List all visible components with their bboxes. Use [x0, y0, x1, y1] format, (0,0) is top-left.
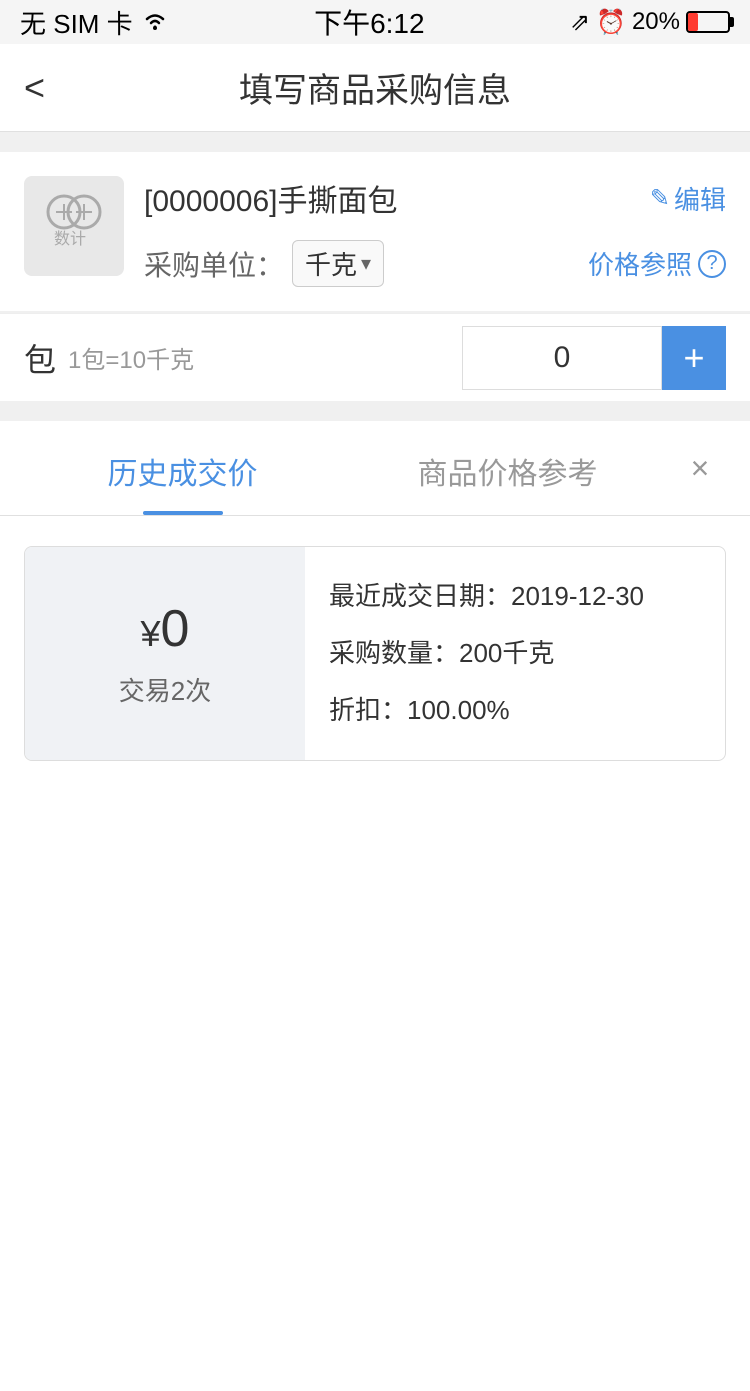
product-unit-row: 采购单位： 千克 ▾ 价格参照 ?: [144, 240, 726, 287]
plus-icon: +: [683, 337, 704, 379]
tabs-header: 历史成交价 商品价格参考 ×: [0, 421, 750, 516]
product-info: [0000006]手撕面包 ✎ 编辑 采购单位： 千克 ▾ 价格参照 ?: [144, 176, 726, 287]
product-logo-icon: 数计: [44, 192, 104, 260]
price-ref-info-icon: ?: [698, 250, 726, 278]
quantity-section: 包 1包=10千克 +: [0, 313, 750, 401]
currency-symbol: ¥: [141, 613, 161, 654]
price-detail-discount: 折扣：100.00%: [329, 691, 701, 730]
tab-product-price-ref[interactable]: 商品价格参考: [345, 421, 670, 515]
status-left: 无 SIM 卡: [20, 4, 169, 41]
alarm-icon: ⏰: [596, 8, 626, 37]
price-ref-button[interactable]: 价格参照 ?: [588, 245, 726, 282]
quantity-controls: +: [462, 326, 726, 390]
edit-icon: ✎: [650, 184, 670, 213]
product-image: 数计: [24, 176, 124, 276]
edit-button[interactable]: ✎ 编辑: [650, 180, 726, 217]
edit-label: 编辑: [674, 180, 726, 217]
unit-value: 千克: [305, 245, 357, 282]
price-ref-label: 价格参照: [588, 245, 692, 282]
product-header: [0000006]手撕面包 ✎ 编辑: [144, 176, 726, 220]
battery-percent: 20%: [632, 8, 680, 36]
nav-bar: < 填写商品采购信息: [0, 44, 750, 132]
product-name: [0000006]手撕面包: [144, 176, 397, 220]
product-section: 数计 [0000006]手撕面包 ✎ 编辑 采购单位： 千克 ▾ 价格参照: [0, 152, 750, 311]
unit-label: 采购单位：: [144, 244, 284, 284]
quantity-plus-button[interactable]: +: [662, 326, 726, 390]
location-icon: ⇗: [570, 8, 590, 37]
tab-history-price[interactable]: 历史成交价: [20, 421, 345, 515]
status-bar: 无 SIM 卡 下午6:12 ⇗ ⏰ 20%: [0, 0, 750, 44]
status-time: 下午6:12: [314, 2, 425, 42]
price-amount: ¥0: [141, 599, 190, 659]
quantity-input[interactable]: [462, 326, 662, 390]
tabs-close-button[interactable]: ×: [670, 438, 730, 498]
tabs-section: 历史成交价 商品价格参考 × ¥0 交易2次 最近成交日期：2019-12-30…: [0, 421, 750, 791]
quantity-label-group: 包 1包=10千克: [24, 335, 194, 381]
pkg-conversion: 1包=10千克: [68, 340, 194, 375]
price-left-panel: ¥0 交易2次: [25, 547, 305, 760]
price-detail-quantity: 采购数量：200千克: [329, 634, 701, 673]
status-right: ⇗ ⏰ 20%: [570, 8, 730, 37]
price-right-panel: 最近成交日期：2019-12-30 采购数量：200千克 折扣：100.00%: [305, 547, 725, 760]
bottom-space: [0, 791, 750, 1391]
price-transactions: 交易2次: [119, 671, 211, 708]
unit-dropdown-icon: ▾: [361, 251, 371, 276]
back-button[interactable]: <: [24, 67, 45, 109]
close-icon: ×: [691, 450, 710, 487]
svg-text:数计: 数计: [54, 230, 86, 248]
pkg-label: 包: [24, 335, 56, 381]
unit-select[interactable]: 千克 ▾: [292, 240, 384, 287]
price-detail-date: 最近成交日期：2019-12-30: [329, 577, 701, 616]
battery-icon: [686, 11, 730, 33]
price-number: 0: [161, 600, 190, 658]
wifi-icon: [141, 7, 169, 38]
price-card-container: ¥0 交易2次 最近成交日期：2019-12-30 采购数量：200千克 折扣：…: [0, 516, 750, 791]
signal-text: 无 SIM 卡: [20, 4, 133, 41]
price-card: ¥0 交易2次 最近成交日期：2019-12-30 采购数量：200千克 折扣：…: [24, 546, 726, 761]
page-title: 填写商品采购信息: [239, 63, 511, 112]
